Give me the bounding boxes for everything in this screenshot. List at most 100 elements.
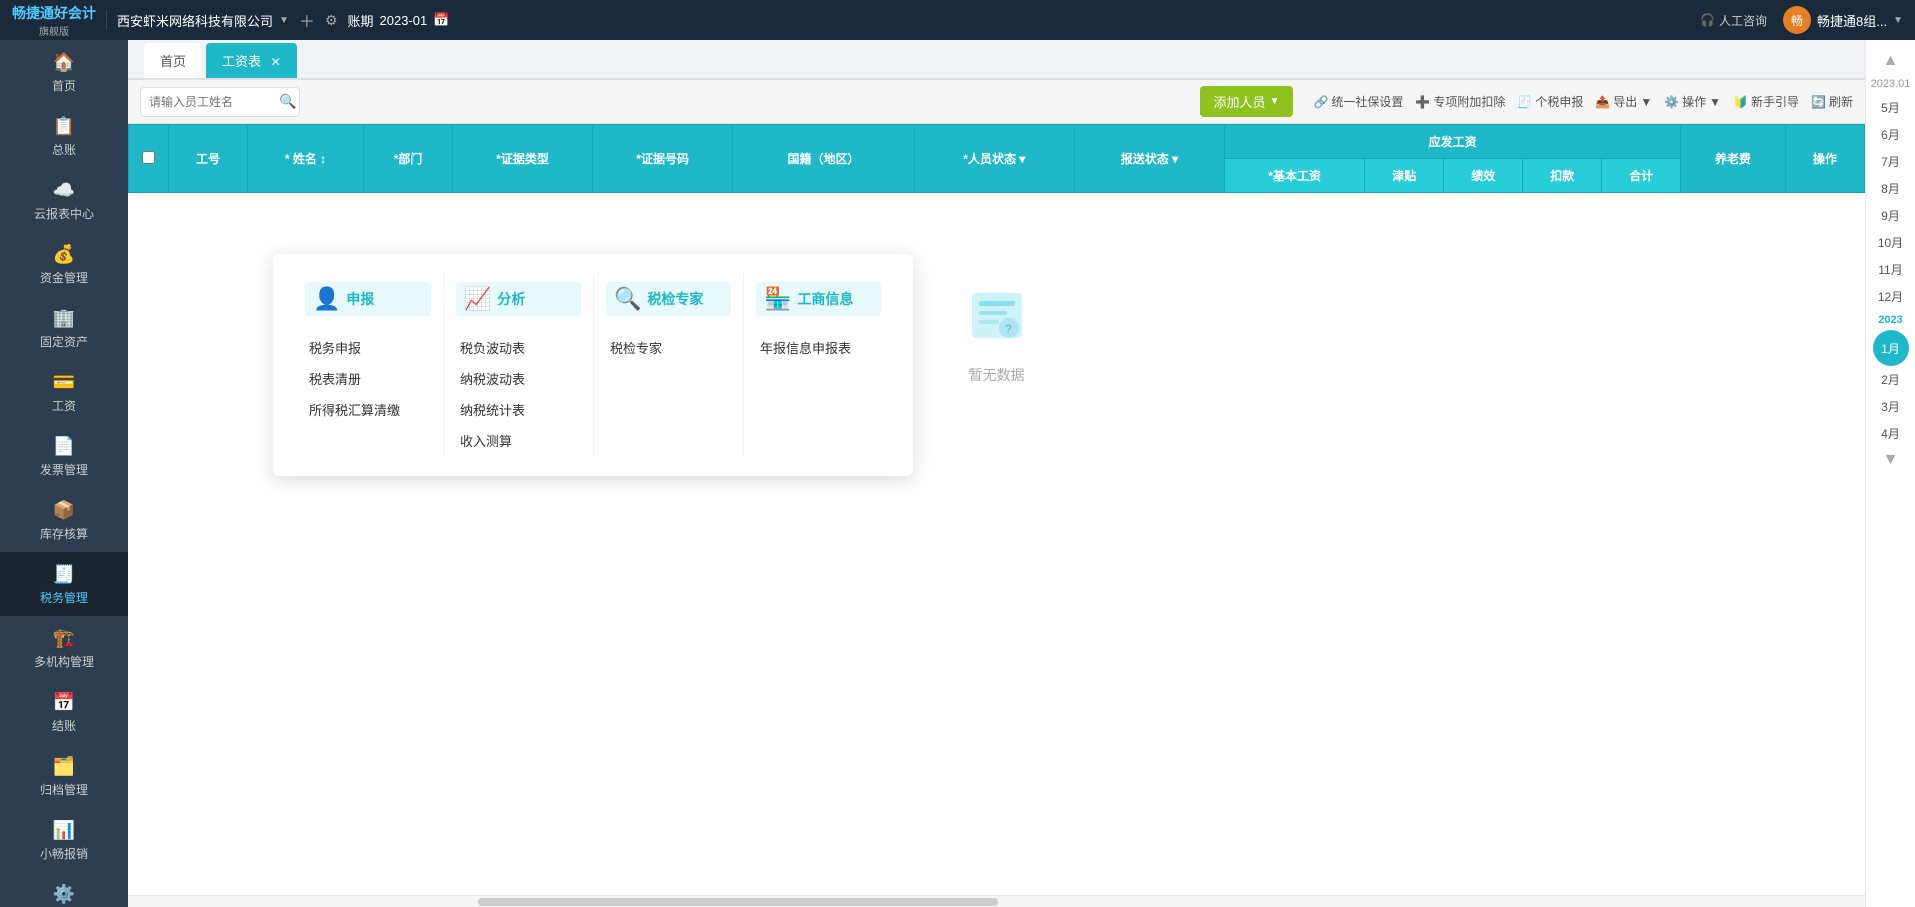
company-dropdown-icon: ▼	[279, 15, 289, 26]
th-total: 合计	[1602, 159, 1681, 193]
sidebar-item-close[interactable]: 📅 结账	[0, 680, 128, 744]
scroll-thumb[interactable]	[478, 898, 998, 906]
th-nationality: 国籍（地区）	[733, 125, 914, 193]
cal-month-5[interactable]: 5月	[1870, 94, 1912, 121]
sidebar-item-settings[interactable]: ⚙️ 基础设置	[0, 872, 128, 907]
sidebar-item-ledger[interactable]: 📋 总账	[0, 104, 128, 168]
cal-month-8[interactable]: 8月	[1870, 175, 1912, 202]
section-header-gongshang: 🏪 工商信息	[756, 274, 881, 324]
tab-close-icon[interactable]: ✕	[271, 55, 281, 69]
cal-month-11[interactable]: 11月	[1870, 256, 1912, 283]
th-id-type: *证据类型	[452, 125, 592, 193]
sidebar-item-home[interactable]: 🏠 首页	[0, 40, 128, 104]
add-btn-arrow: ▼	[1270, 96, 1280, 107]
tax-report-icon: 🧾	[1517, 95, 1532, 109]
sidebar-item-payroll[interactable]: 💳 工资	[0, 360, 128, 424]
dropdown-section-shuijian: 🔍 税检专家 税检专家	[593, 274, 743, 456]
checkbox-column[interactable]	[129, 125, 169, 193]
archive-icon: 🗂️	[53, 756, 75, 777]
cal-month-2[interactable]: 2月	[1870, 366, 1912, 393]
invoice-icon: 📄	[53, 436, 75, 457]
cal-month-12[interactable]: 12月	[1870, 283, 1912, 310]
no-data-text: 暂无数据	[969, 365, 1025, 385]
menu-item-tax-burden[interactable]: 税负波动表	[456, 332, 581, 363]
search-input[interactable]	[149, 95, 279, 109]
sidebar-label-archive: 归档管理	[40, 781, 88, 798]
tax-dropdown-menu: 👤 申报 税务申报 税表清册 所得税汇算清缴 📈 分析	[273, 254, 913, 476]
menu-item-tax-stats[interactable]: 纳税统计表	[456, 394, 581, 425]
cal-month-10[interactable]: 10月	[1870, 229, 1912, 256]
fenxi-icon: 📈	[464, 286, 491, 312]
operations-btn[interactable]: ⚙️ 操作 ▼	[1664, 93, 1721, 110]
cal-month-3[interactable]: 3月	[1870, 393, 1912, 420]
cal-nav-up[interactable]: ▲	[1879, 48, 1903, 74]
th-deductions: 扣款	[1523, 159, 1602, 193]
sidebar-item-inventory[interactable]: 📦 库存核算	[0, 488, 128, 552]
special-deduction-btn[interactable]: ➕ 专项附加扣除	[1415, 93, 1505, 110]
cal-month-4[interactable]: 4月	[1870, 420, 1912, 447]
cal-month-6[interactable]: 6月	[1870, 121, 1912, 148]
menu-item-income-tax[interactable]: 所得税汇算清缴	[305, 394, 431, 425]
select-all-checkbox[interactable]	[142, 151, 155, 164]
export-icon: 📤	[1595, 95, 1610, 109]
th-gross-wage: 应发工资	[1225, 125, 1681, 159]
refresh-btn[interactable]: 🔄 刷新	[1811, 93, 1853, 110]
tab-home-label: 首页	[160, 54, 186, 69]
headset-icon: 🎧	[1700, 13, 1715, 27]
sidebar-item-assets[interactable]: 🏢 固定资产	[0, 296, 128, 360]
tax-icon: 🧾	[53, 564, 75, 585]
menu-item-tax-expert[interactable]: 税检专家	[606, 332, 731, 363]
tab-home[interactable]: 首页	[144, 43, 202, 78]
gongshang-icon: 🏪	[764, 286, 791, 312]
sidebar-label-assets: 固定资产	[40, 333, 88, 350]
th-operations: 操作	[1785, 125, 1864, 193]
add-company-icon[interactable]: ＋	[299, 8, 315, 32]
tab-bar: 首页 工资表 ✕	[128, 40, 1865, 80]
menu-item-income-calc[interactable]: 收入测算	[456, 425, 581, 456]
sidebar-label-close: 结账	[52, 717, 76, 734]
sidebar-label-report: 小畅报销	[40, 845, 88, 862]
menu-item-tax-wave[interactable]: 纳税波动表	[456, 363, 581, 394]
human-service-btn[interactable]: 🎧 人工咨询	[1700, 12, 1767, 29]
guide-toolbar-icon: 🔰	[1733, 95, 1748, 109]
shuijian-label: 税检专家	[647, 289, 703, 309]
user-info[interactable]: 畅 畅捷通8组... ▼	[1783, 6, 1903, 34]
personal-tax-btn[interactable]: 🧾 个税申报	[1517, 93, 1583, 110]
menu-item-tax-filing[interactable]: 税务申报	[305, 332, 431, 363]
sidebar-label-multi: 多机构管理	[34, 653, 94, 670]
add-person-button[interactable]: 添加人员 ▼	[1200, 86, 1294, 117]
avatar: 畅	[1783, 6, 1811, 34]
calendar-icon[interactable]: 📅	[433, 12, 449, 28]
sidebar: 🏠 首页 📋 总账 ☁️ 云报表中心 💰 资金管理 🏢 固定资产 💳 工资 📄 …	[0, 40, 128, 907]
sidebar-item-cloud[interactable]: ☁️ 云报表中心	[0, 168, 128, 232]
company-selector[interactable]: 西安虾米网络科技有限公司 ▼	[117, 11, 289, 30]
company-name: 西安虾米网络科技有限公司	[117, 11, 273, 30]
sidebar-item-tax[interactable]: 🧾 税务管理	[0, 552, 128, 616]
guide-btn[interactable]: 🔰 新手引导	[1733, 93, 1799, 110]
sidebar-item-multi[interactable]: 🏗️ 多机构管理	[0, 616, 128, 680]
export-label: 导出	[1613, 93, 1637, 110]
cal-month-1-active[interactable]: 1月	[1873, 330, 1909, 366]
sidebar-label-inventory: 库存核算	[40, 525, 88, 542]
sidebar-label-cloud: 云报表中心	[34, 205, 94, 222]
sidebar-item-funds[interactable]: 💰 资金管理	[0, 232, 128, 296]
social-settings-btn[interactable]: 🔗 统一社保设置	[1313, 93, 1403, 110]
tab-payroll[interactable]: 工资表 ✕	[206, 43, 297, 78]
sidebar-item-invoice[interactable]: 📄 发票管理	[0, 424, 128, 488]
human-service-label: 人工咨询	[1719, 12, 1767, 29]
cloud-icon: ☁️	[53, 180, 75, 201]
cal-month-7[interactable]: 7月	[1870, 148, 1912, 175]
sidebar-item-archive[interactable]: 🗂️ 归档管理	[0, 744, 128, 808]
personal-tax-label: 个税申报	[1535, 93, 1583, 110]
operations-label: 操作	[1682, 93, 1706, 110]
period-label: 账期	[348, 11, 374, 30]
cal-nav-down[interactable]: ▼	[1879, 447, 1903, 473]
export-btn[interactable]: 📤 导出 ▼	[1595, 93, 1652, 110]
sidebar-item-report[interactable]: 📊 小畅报销	[0, 808, 128, 872]
menu-item-annual-report[interactable]: 年报信息申报表	[756, 332, 881, 363]
settings-icon[interactable]: ⚙	[325, 12, 338, 29]
report-icon: 📊	[53, 820, 75, 841]
menu-item-tax-table[interactable]: 税表清册	[305, 363, 431, 394]
sidebar-label-invoice: 发票管理	[40, 461, 88, 478]
cal-month-9[interactable]: 9月	[1870, 202, 1912, 229]
